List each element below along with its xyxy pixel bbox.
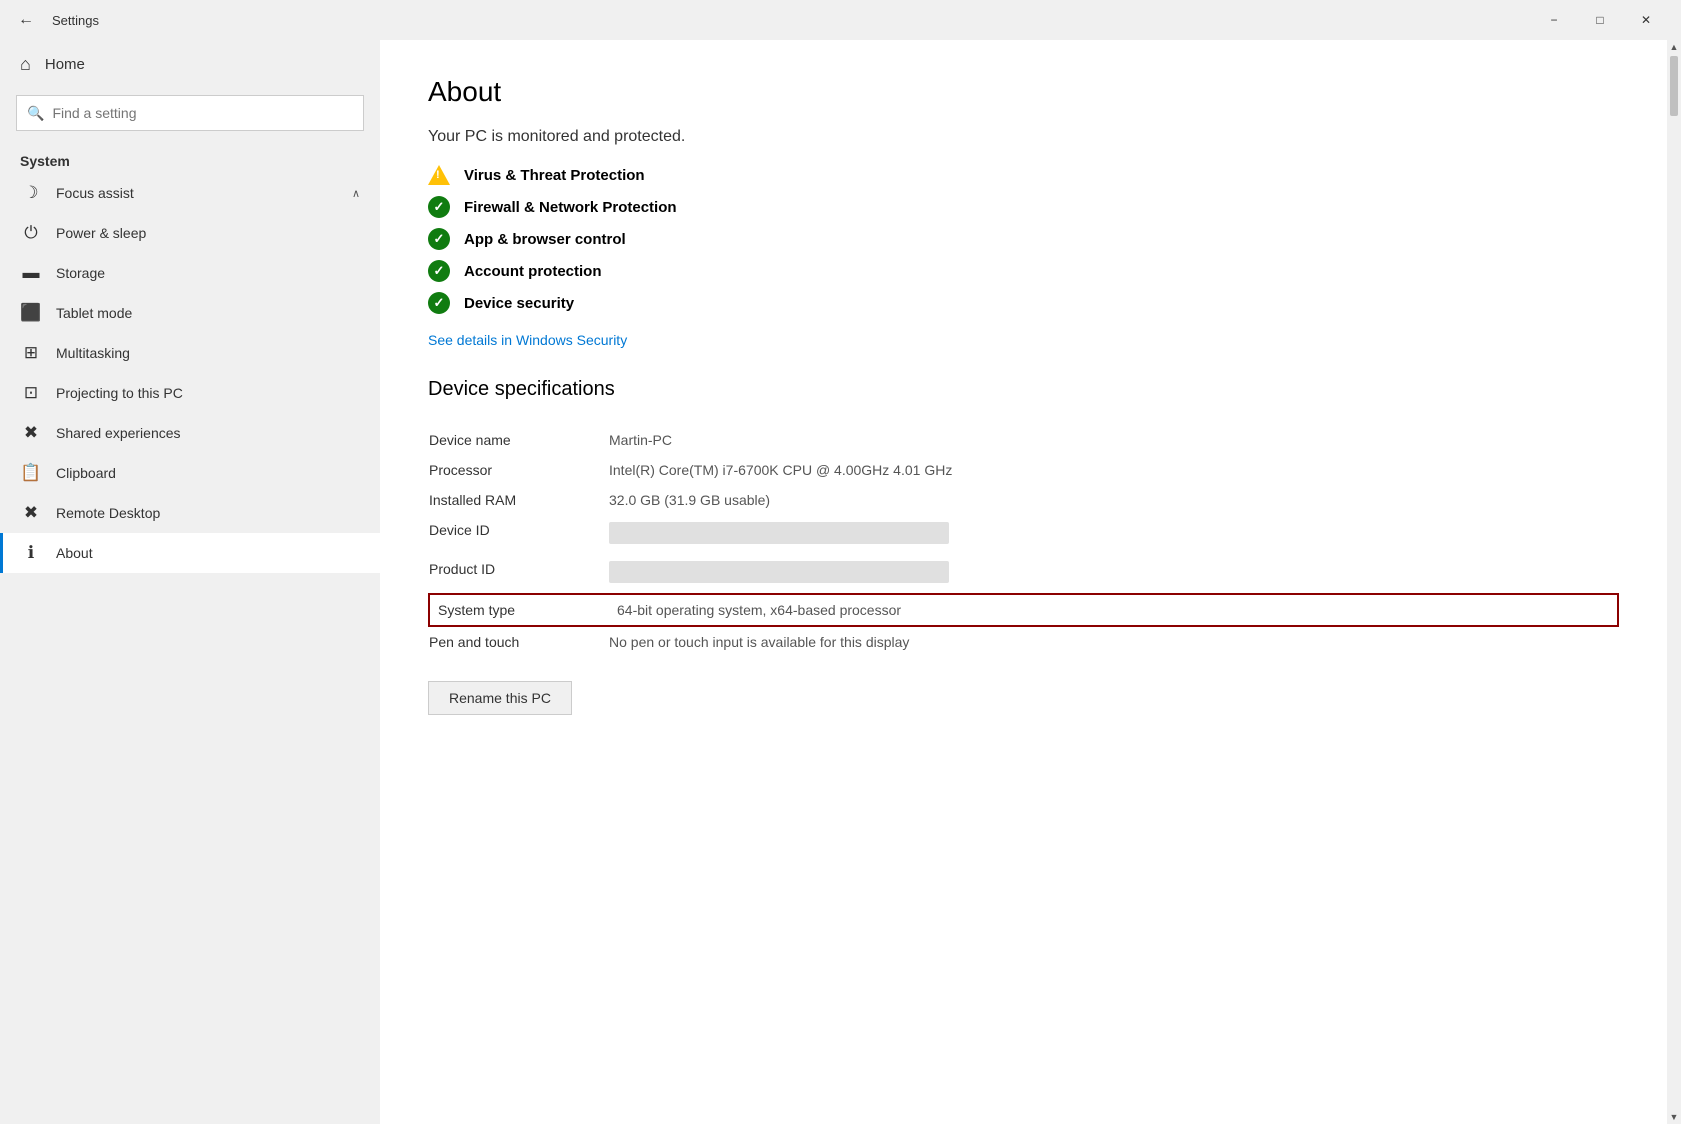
spec-label: Pen and touch (429, 626, 609, 657)
sidebar-section-title: System (0, 145, 380, 173)
spec-label: Installed RAM (429, 485, 609, 515)
warning-icon: ! (428, 164, 450, 186)
sidebar-item-home[interactable]: ⌂ Home (0, 40, 380, 89)
security-item-virus: ! Virus & Threat Protection (428, 164, 1619, 186)
spec-value: 32.0 GB (31.9 GB usable) (609, 485, 1618, 515)
specs-table: Device name Martin-PC Processor Intel(R)… (428, 425, 1619, 657)
redacted-value (609, 561, 949, 583)
sidebar-item-about[interactable]: ℹ About (0, 533, 380, 573)
scroll-down-arrow[interactable]: ▼ (1667, 1110, 1681, 1124)
clipboard-icon: 📋 (20, 463, 42, 483)
maximize-button[interactable]: □ (1577, 0, 1623, 40)
check-icon: ✓ (428, 196, 450, 218)
security-item-account: ✓ Account protection (428, 260, 1619, 282)
search-input[interactable] (52, 105, 353, 121)
sidebar-item-multitasking[interactable]: ⊞ Multitasking (0, 333, 380, 373)
sidebar-item-power-sleep[interactable]: ⏻ Power & sleep (0, 213, 380, 253)
search-box[interactable]: 🔍 (16, 95, 364, 131)
sidebar-item-clipboard[interactable]: 📋 Clipboard (0, 453, 380, 493)
sidebar-item-storage[interactable]: ▬ Storage (0, 253, 380, 293)
security-item-firewall: ✓ Firewall & Network Protection (428, 196, 1619, 218)
spec-value (609, 554, 1618, 594)
sidebar: ⌂ Home 🔍 System ☽ Focus assist ∧ ⏻ Power… (0, 40, 380, 1124)
shared-experiences-icon: ✖ (20, 423, 42, 443)
spec-row-6: Pen and touch No pen or touch input is a… (429, 626, 1618, 657)
security-item-app-browser: ✓ App & browser control (428, 228, 1619, 250)
sidebar-label-tablet-mode: Tablet mode (56, 305, 360, 321)
app-title: Settings (52, 13, 99, 28)
page-title: About (428, 76, 1619, 108)
check-icon: ✓ (428, 228, 450, 250)
sidebar-items: ☽ Focus assist ∧ ⏻ Power & sleep ▬ Stora… (0, 173, 380, 573)
scroll-up-arrow[interactable]: ▲ (1667, 40, 1681, 54)
specs-container: Device name Martin-PC Processor Intel(R)… (428, 425, 1619, 657)
back-button[interactable]: ← (12, 6, 40, 34)
spec-row-2: Installed RAM 32.0 GB (31.9 GB usable) (429, 485, 1618, 515)
main-content: About Your PC is monitored and protected… (380, 40, 1667, 1124)
title-bar: ← Settings − □ ✕ (0, 0, 1681, 40)
search-icon: 🔍 (27, 105, 44, 122)
check-icon: ✓ (428, 292, 450, 314)
sidebar-item-tablet-mode[interactable]: ⬛ Tablet mode (0, 293, 380, 333)
spec-value: Martin-PC (609, 425, 1618, 455)
remote-desktop-icon: ✖ (20, 503, 42, 523)
multitasking-icon: ⊞ (20, 343, 42, 363)
sidebar-label-clipboard: Clipboard (56, 465, 360, 481)
security-label-account: Account protection (464, 263, 602, 280)
home-icon: ⌂ (20, 54, 31, 75)
device-specs-title: Device specifications (428, 378, 1619, 401)
spec-value: Intel(R) Core(TM) i7-6700K CPU @ 4.00GHz… (609, 455, 1618, 485)
sidebar-item-remote-desktop[interactable]: ✖ Remote Desktop (0, 493, 380, 533)
focus-assist-icon: ☽ (20, 183, 42, 203)
projecting-icon: ⊡ (20, 383, 42, 403)
sidebar-label-remote-desktop: Remote Desktop (56, 505, 360, 521)
sidebar-item-projecting[interactable]: ⊡ Projecting to this PC (0, 373, 380, 413)
close-button[interactable]: ✕ (1623, 0, 1669, 40)
home-label: Home (45, 56, 85, 73)
about-icon: ℹ (20, 543, 42, 563)
security-items-list: ! Virus & Threat Protection ✓ Firewall & N… (428, 164, 1619, 314)
redacted-value (609, 522, 949, 544)
spec-row-4: Product ID (429, 554, 1618, 594)
spec-label: Processor (429, 455, 609, 485)
sidebar-label-storage: Storage (56, 265, 360, 281)
chevron-icon: ∧ (352, 187, 360, 200)
security-label-device: Device security (464, 295, 574, 312)
window-controls: − □ ✕ (1531, 0, 1669, 40)
security-label-app-browser: App & browser control (464, 231, 626, 248)
sidebar-label-power-sleep: Power & sleep (56, 225, 360, 241)
sidebar-label-about: About (56, 545, 360, 561)
storage-icon: ▬ (20, 263, 42, 283)
tablet-mode-icon: ⬛ (20, 303, 42, 323)
spec-row-0: Device name Martin-PC (429, 425, 1618, 455)
check-icon: ✓ (428, 260, 450, 282)
minimize-button[interactable]: − (1531, 0, 1577, 40)
protection-subtitle: Your PC is monitored and protected. (428, 128, 1619, 146)
scroll-thumb[interactable] (1670, 56, 1678, 116)
sidebar-item-focus-assist[interactable]: ☽ Focus assist ∧ (0, 173, 380, 213)
spec-label: Device ID (429, 515, 609, 554)
sidebar-label-shared-experiences: Shared experiences (56, 425, 360, 441)
security-item-device: ✓ Device security (428, 292, 1619, 314)
spec-row-3: Device ID (429, 515, 1618, 554)
spec-label: Device name (429, 425, 609, 455)
spec-row-5: System type 64-bit operating system, x64… (429, 594, 1618, 626)
sidebar-label-multitasking: Multitasking (56, 345, 360, 361)
spec-value (609, 515, 1618, 554)
power-sleep-icon: ⏻ (20, 223, 42, 243)
see-details-link[interactable]: See details in Windows Security (428, 332, 627, 348)
app-body: ⌂ Home 🔍 System ☽ Focus assist ∧ ⏻ Power… (0, 40, 1681, 1124)
rename-button[interactable]: Rename this PC (428, 681, 572, 715)
spec-value: No pen or touch input is available for t… (609, 626, 1618, 657)
sidebar-label-focus-assist: Focus assist (56, 185, 338, 201)
spec-row-1: Processor Intel(R) Core(TM) i7-6700K CPU… (429, 455, 1618, 485)
scrollbar[interactable]: ▲ ▼ (1667, 40, 1681, 1124)
sidebar-item-shared-experiences[interactable]: ✖ Shared experiences (0, 413, 380, 453)
spec-label: Product ID (429, 554, 609, 594)
spec-value: 64-bit operating system, x64-based proce… (609, 594, 1618, 626)
sidebar-label-projecting: Projecting to this PC (56, 385, 360, 401)
spec-label: System type (429, 594, 609, 626)
security-label-virus: Virus & Threat Protection (464, 167, 645, 184)
security-label-firewall: Firewall & Network Protection (464, 199, 677, 216)
